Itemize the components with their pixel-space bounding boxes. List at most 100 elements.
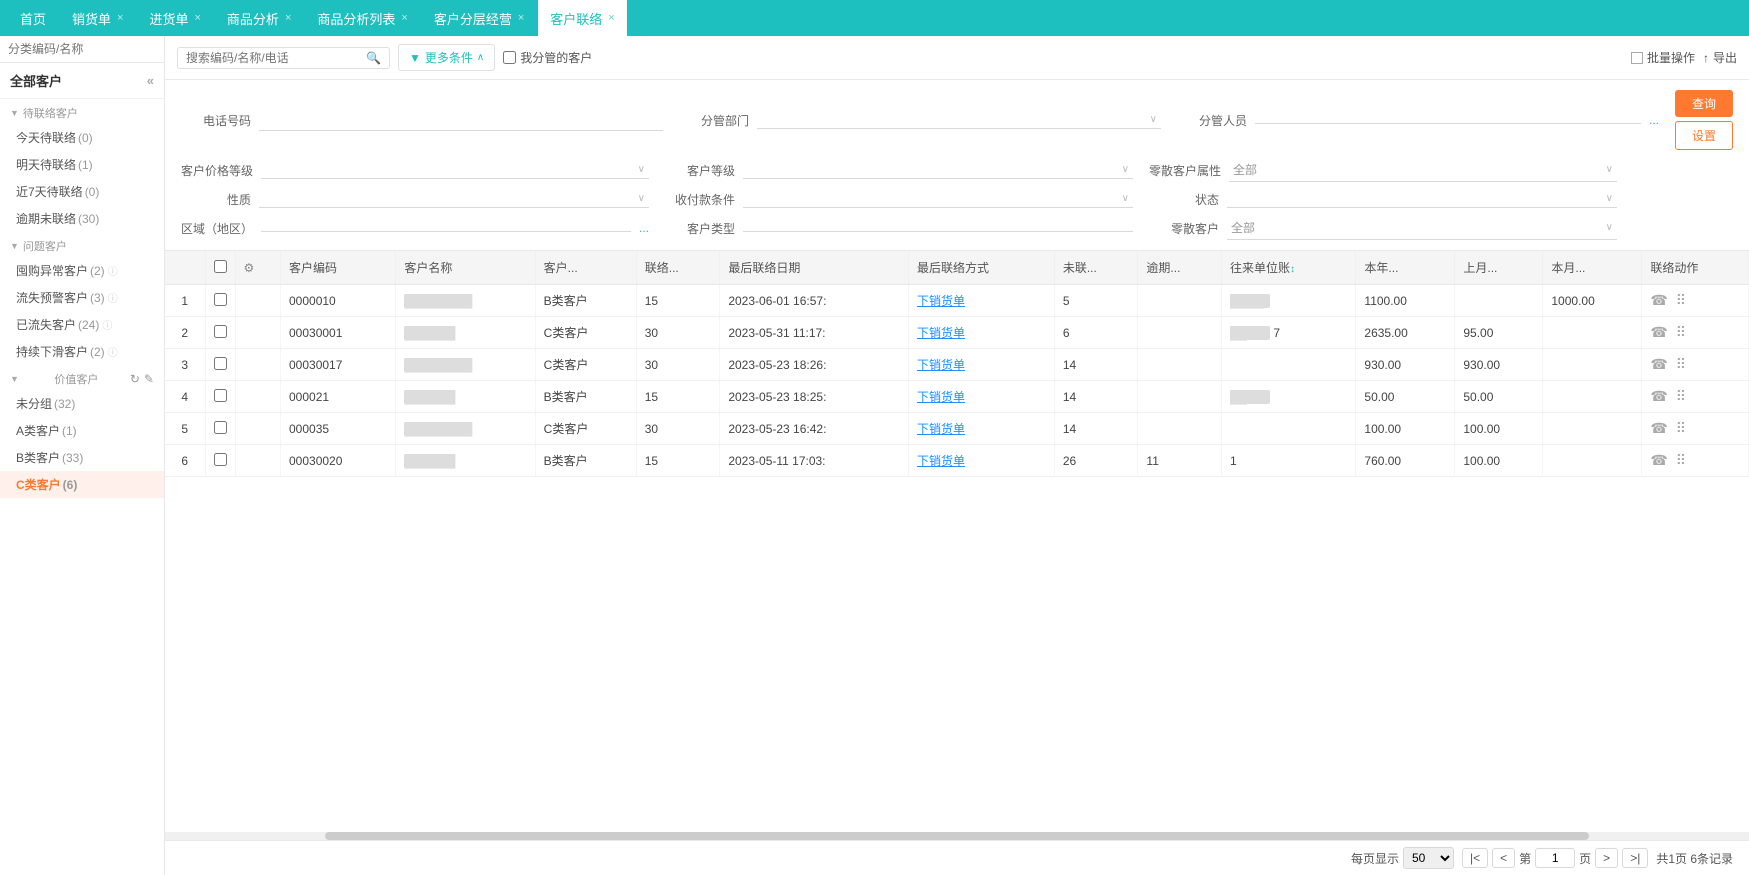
phone-action-icon[interactable]: ☎ [1650,356,1667,373]
scatter-customer-select[interactable]: 全部 ∨ [1227,216,1617,240]
first-page-button[interactable]: |< [1462,848,1488,868]
refresh-icon[interactable]: ↻ [130,372,140,386]
status-select[interactable]: ∨ [1227,190,1617,208]
close-icon[interactable]: × [285,12,291,24]
filter-payment: 收付款条件 ∨ [665,190,1133,208]
close-icon[interactable]: × [117,12,123,24]
th-historical-unit: 往来单位账↕ [1222,251,1356,285]
row-action: ☎ ⠿ [1642,349,1749,381]
row-overdue: 11 [1138,445,1222,477]
sidebar-all-customers[interactable]: 全部客户 « [0,63,164,99]
chevron-down-icon: ∨ [638,164,645,175]
collapse-icon[interactable]: « [147,73,154,88]
sidebar-item-declining[interactable]: 持续下滑客户(2)ⓘ [0,338,164,365]
table-container: ⚙ 客户编码 客户名称 客户... 联络... 最后联络日期 最后联络方式 未联… [165,251,1749,832]
nav-tab-sales[interactable]: 销货单 × [60,0,135,36]
row-check[interactable] [205,317,235,349]
horizontal-scrollbar[interactable] [165,832,1749,840]
nav-tab-home[interactable]: 首页 [8,0,58,36]
phone-action-icon[interactable]: ☎ [1650,452,1667,469]
total-info: 共1页 6条记录 [1656,850,1733,867]
toolbar: 🔍 ▼ 更多条件 ∧ 我分管的客户 批量操作 ↑ 导出 [165,36,1749,80]
sidebar-item-abnormal[interactable]: 囤购异常客户(2)ⓘ [0,257,164,284]
export-button[interactable]: ↑ 导出 [1703,49,1737,66]
close-icon[interactable]: × [518,12,524,24]
nav-tab-analysis-list[interactable]: 商品分析列表 × [305,0,419,36]
phone-action-icon[interactable]: ☎ [1650,324,1667,341]
more-action-icon[interactable]: ⠿ [1676,388,1686,405]
more-action-icon[interactable]: ⠿ [1676,356,1686,373]
phone-input[interactable] [259,110,663,131]
more-action-icon[interactable]: ⠿ [1676,324,1686,341]
row-last-date: 2023-05-23 16:42: [720,413,909,445]
scrollbar-thumb[interactable] [325,832,1589,840]
nav-tab-customer-contact[interactable]: 客户联络 × [538,0,626,36]
edit-icon[interactable]: ✎ [144,372,154,386]
row-uncontacted: 14 [1054,413,1138,445]
sidebar-item-class-a[interactable]: A类客户(1) [0,417,164,444]
close-icon[interactable]: × [194,12,200,24]
scatter-attr-select[interactable]: 全部 ∨ [1229,158,1617,182]
nav-tab-customer-tier[interactable]: 客户分层经营 × [422,0,536,36]
set-button[interactable]: 设置 [1675,121,1733,150]
sidebar-item-tomorrow[interactable]: 明天待联络(1) [0,151,164,178]
row-historical [1222,413,1356,445]
sidebar-item-today[interactable]: 今天待联络(0) [0,124,164,151]
search-icon[interactable]: 🔍 [366,51,381,65]
sidebar-item-churned[interactable]: 已流失客户(24)ⓘ [0,311,164,338]
more-action-icon[interactable]: ⠿ [1676,292,1686,309]
th-settings[interactable]: ⚙ [235,251,281,285]
my-customers-checkbox[interactable] [503,51,516,64]
sidebar-item-churn-warning[interactable]: 流失预警客户(3)ⓘ [0,284,164,311]
chevron-down-icon: ∨ [1122,164,1129,175]
customer-level-select[interactable]: ∨ [743,161,1133,179]
last-page-button[interactable]: >| [1622,848,1648,868]
more-action-icon[interactable]: ⠿ [1676,420,1686,437]
region-ellipsis[interactable]: ... [639,221,649,235]
phone-action-icon[interactable]: ☎ [1650,388,1667,405]
nav-tab-analysis[interactable]: 商品分析 × [215,0,303,36]
more-action-icon[interactable]: ⠿ [1676,452,1686,469]
query-button[interactable]: 查询 [1675,90,1733,117]
row-overdue [1138,285,1222,317]
customer-type-select[interactable] [743,225,1133,232]
manager-ellipsis[interactable]: ... [1649,113,1659,127]
close-icon[interactable]: × [401,12,407,24]
row-check[interactable] [205,285,235,317]
sidebar-search-input[interactable] [8,42,163,56]
sidebar-item-class-c[interactable]: C类客户(6) [0,471,164,498]
select-all-checkbox[interactable] [214,260,227,273]
dept-select[interactable]: ∨ [757,111,1161,129]
per-page-select[interactable]: 50 100 200 [1403,847,1454,869]
next-page-button[interactable]: > [1595,848,1618,868]
table-row: 3 00030017 ████████ C类客户 30 2023-05-23 1… [165,349,1749,381]
phone-action-icon[interactable]: ☎ [1650,292,1667,309]
phone-action-icon[interactable]: ☎ [1650,420,1667,437]
nature-select[interactable]: ∨ [259,190,649,208]
close-icon[interactable]: × [608,12,614,24]
region-select[interactable] [261,225,631,232]
row-check[interactable] [205,381,235,413]
sidebar-item-class-b[interactable]: B类客户(33) [0,444,164,471]
batch-operation-button[interactable]: 批量操作 [1631,49,1695,66]
row-check[interactable] [205,445,235,477]
page-number-input[interactable] [1535,848,1575,868]
filter-manager: 分管人员 ... [1177,112,1659,129]
sidebar-item-7days[interactable]: 近7天待联络(0) [0,178,164,205]
more-conditions-button[interactable]: ▼ 更多条件 ∧ [398,44,495,71]
search-input[interactable] [186,51,366,65]
row-check[interactable] [205,349,235,381]
prev-page-button[interactable]: < [1492,848,1515,868]
sidebar-item-unclassified[interactable]: 未分组(32) [0,390,164,417]
row-check[interactable] [205,413,235,445]
row-customer-code: 00030017 [281,349,396,381]
nav-tab-purchase[interactable]: 进货单 × [137,0,212,36]
payment-select[interactable]: ∨ [743,190,1133,208]
manager-select[interactable] [1255,117,1641,124]
price-level-select[interactable]: ∨ [261,161,649,179]
chevron-down-icon: ∨ [1606,222,1613,233]
my-customers-checkbox-label[interactable]: 我分管的客户 [503,49,592,66]
per-page-selector: 每页显示 50 100 200 [1351,847,1454,869]
sidebar-item-overdue-contact[interactable]: 逾期未联络(30) [0,205,164,232]
row-no: 2 [165,317,205,349]
